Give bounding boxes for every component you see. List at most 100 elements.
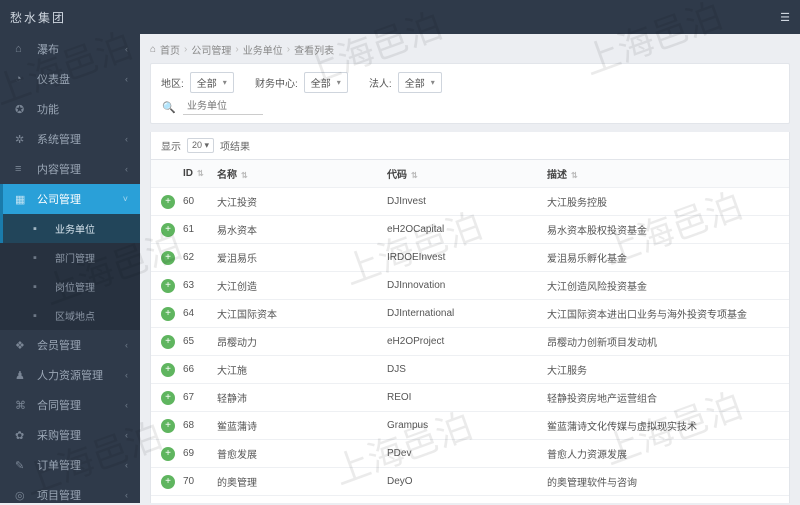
crumb-sep: › xyxy=(184,44,187,55)
sidebar-item-icon: ≡ xyxy=(15,163,29,175)
cell-name: 易水资本 xyxy=(217,222,387,237)
sidebar-item[interactable]: ♟ 人力资源管理‹ xyxy=(0,360,140,390)
sidebar-item-icon: ▦ xyxy=(15,193,29,206)
expand-icon[interactable]: + xyxy=(161,363,175,377)
chevron-left-icon: ‹ xyxy=(125,400,128,410)
expand-icon[interactable]: + xyxy=(161,335,175,349)
expand-icon[interactable]: + xyxy=(161,391,175,405)
chevron-down-icon: ˅ xyxy=(123,194,128,204)
cell-id: 65 xyxy=(183,336,217,347)
expand-icon[interactable]: + xyxy=(161,419,175,433)
table-row[interactable]: + 66 大江施 DJS 大江服务 xyxy=(151,356,789,384)
sidebar-item-label: 合同管理 xyxy=(37,397,81,413)
filter-center-value: 全部 xyxy=(311,75,331,90)
sidebar-subitem[interactable]: ▪区域地点 xyxy=(0,301,140,330)
table-row[interactable]: + 71 大江资产管理 DJAM 大江资产管理 xyxy=(151,496,789,503)
sidebar-subitem[interactable]: ▪部门管理 xyxy=(0,243,140,272)
chevron-left-icon: ‹ xyxy=(125,340,128,350)
sidebar-subitem-label: 区域地点 xyxy=(55,308,95,323)
cell-name: 普愈发展 xyxy=(217,446,387,461)
table-row[interactable]: + 63 大江创造 DJInnovation 大江创造风险投资基金 xyxy=(151,272,789,300)
cell-desc: 普愈人力资源发展 xyxy=(547,446,779,461)
cell-desc: 轻静投资房地产运营组合 xyxy=(547,390,779,405)
chevron-left-icon: ‹ xyxy=(125,430,128,440)
table-row[interactable]: + 64 大江国际资本 DJInternational 大江国际资本进出口业务与… xyxy=(151,300,789,328)
sidebar-item[interactable]: ⌘ 合同管理 ‹ xyxy=(0,390,140,420)
expand-icon[interactable]: + xyxy=(161,279,175,293)
cell-desc: 鲎蓝蒲诗文化传媒与虚拟现实技术 xyxy=(547,418,779,433)
table-row[interactable]: + 65 昂樱动力 eH2OProject 昂樱动力创新项目发动机 xyxy=(151,328,789,356)
cell-code: IRDOEInvest xyxy=(387,252,547,263)
sidebar-item-label: 功能 xyxy=(37,101,59,117)
col-id[interactable]: ID⇅ xyxy=(183,168,217,179)
data-table: ID⇅ 名称⇅ 代码⇅ 描述⇅ + 60 大江投资 DJInvest 大江股务控… xyxy=(150,160,790,503)
cell-id: 64 xyxy=(183,308,217,319)
expand-icon[interactable]: + xyxy=(161,475,175,489)
sidebar-item[interactable]: ▦ 公司管理˅ xyxy=(0,184,140,214)
search-icon[interactable]: 🔍 xyxy=(161,99,177,115)
cell-name: 爱沮易乐 xyxy=(217,250,387,265)
table-row[interactable]: + 70 的奥管理 DeyO 的奥管理软件与咨询 xyxy=(151,468,789,496)
filter-center-select[interactable]: 全部 ▾ xyxy=(304,72,348,93)
page-size-select[interactable]: 20 ▾ xyxy=(187,138,214,153)
sidebar-item-icon: ♟ xyxy=(15,369,29,382)
expand-icon[interactable]: + xyxy=(161,307,175,321)
sidebar-item-label: 采购管理 xyxy=(37,427,81,443)
filter-legal-select[interactable]: 全部 ▾ xyxy=(398,72,442,93)
cell-id: 66 xyxy=(183,364,217,375)
filter-center-label: 财务中心: xyxy=(255,75,298,90)
sidebar-subitem-label: 岗位管理 xyxy=(55,279,95,294)
crumb-home[interactable]: 首页 xyxy=(160,42,180,57)
col-name[interactable]: 名称⇅ xyxy=(217,166,387,181)
table-row[interactable]: + 60 大江投资 DJInvest 大江股务控股 xyxy=(151,188,789,216)
sidebar-subitem[interactable]: ▪业务单位 xyxy=(0,214,140,243)
table-row[interactable]: + 61 易水资本 eH2OCapital 易水资本股权投资基金 xyxy=(151,216,789,244)
hamburger-icon[interactable]: ☰ xyxy=(780,11,790,24)
expand-icon[interactable]: + xyxy=(161,447,175,461)
search-input[interactable] xyxy=(183,99,263,115)
sidebar-subitem[interactable]: ▪岗位管理 xyxy=(0,272,140,301)
sidebar-item[interactable]: ≡ 内容管理‹ xyxy=(0,154,140,184)
col-code[interactable]: 代码⇅ xyxy=(387,166,547,181)
sidebar-item[interactable]: ⌂ 瀑布‹ xyxy=(0,34,140,64)
expand-icon[interactable]: + xyxy=(161,195,175,209)
brand-title: 愁水集团 xyxy=(10,9,66,26)
sidebar-item-label: 仪表盘 xyxy=(37,71,70,87)
cell-code: DeyO xyxy=(387,476,547,487)
crumb-a[interactable]: 公司管理 xyxy=(191,42,231,57)
sidebar-item[interactable]: ◎ 项目管理‹ xyxy=(0,480,140,503)
sidebar-item[interactable]: ❖ 会员管理‹ xyxy=(0,330,140,360)
crumb-c: 查看列表 xyxy=(294,42,334,57)
cell-desc: 爱沮易乐孵化基金 xyxy=(547,250,779,265)
home-icon[interactable]: ⌂ xyxy=(150,44,156,55)
sidebar-item[interactable]: ✎ 订单管理‹ xyxy=(0,450,140,480)
cell-code: DJInnovation xyxy=(387,280,547,291)
sidebar-item-icon: ⌘ xyxy=(15,399,29,412)
dot-icon: ▪ xyxy=(33,252,47,264)
dot-icon: ▪ xyxy=(33,223,47,235)
table-row[interactable]: + 68 鲎蓝蒲诗 Grampus 鲎蓝蒲诗文化传媒与虚拟现实技术 xyxy=(151,412,789,440)
expand-icon[interactable]: + xyxy=(161,251,175,265)
page-size-value: 20 xyxy=(192,140,202,150)
crumb-b[interactable]: 业务单位 xyxy=(243,42,283,57)
table-row[interactable]: + 62 爱沮易乐 IRDOEInvest 爱沮易乐孵化基金 xyxy=(151,244,789,272)
filter-legal-value: 全部 xyxy=(405,75,425,90)
filter-region-select[interactable]: 全部 ▾ xyxy=(190,72,234,93)
col-desc[interactable]: 描述⇅ xyxy=(547,166,779,181)
sidebar-item[interactable]: ◔ 仪表盘‹ xyxy=(0,64,140,94)
cell-name: 的奥管理 xyxy=(217,474,387,489)
cell-id: 63 xyxy=(183,280,217,291)
cell-name: 轻静沛 xyxy=(217,390,387,405)
cell-id: 70 xyxy=(183,476,217,487)
sidebar-item[interactable]: ✲ 系统管理‹ xyxy=(0,124,140,154)
expand-icon[interactable]: + xyxy=(161,223,175,237)
cell-code: eH2OProject xyxy=(387,336,547,347)
sidebar-item[interactable]: ✪ 功能 xyxy=(0,94,140,124)
table-row[interactable]: + 67 轻静沛 REOI 轻静投资房地产运营组合 xyxy=(151,384,789,412)
cell-id: 67 xyxy=(183,392,217,403)
table-row[interactable]: + 69 普愈发展 PDev 普愈人力资源发展 xyxy=(151,440,789,468)
cell-desc: 易水资本股权投资基金 xyxy=(547,222,779,237)
cell-id: 61 xyxy=(183,224,217,235)
cell-code: PDev xyxy=(387,448,547,459)
sidebar-item[interactable]: ✿ 采购管理‹ xyxy=(0,420,140,450)
